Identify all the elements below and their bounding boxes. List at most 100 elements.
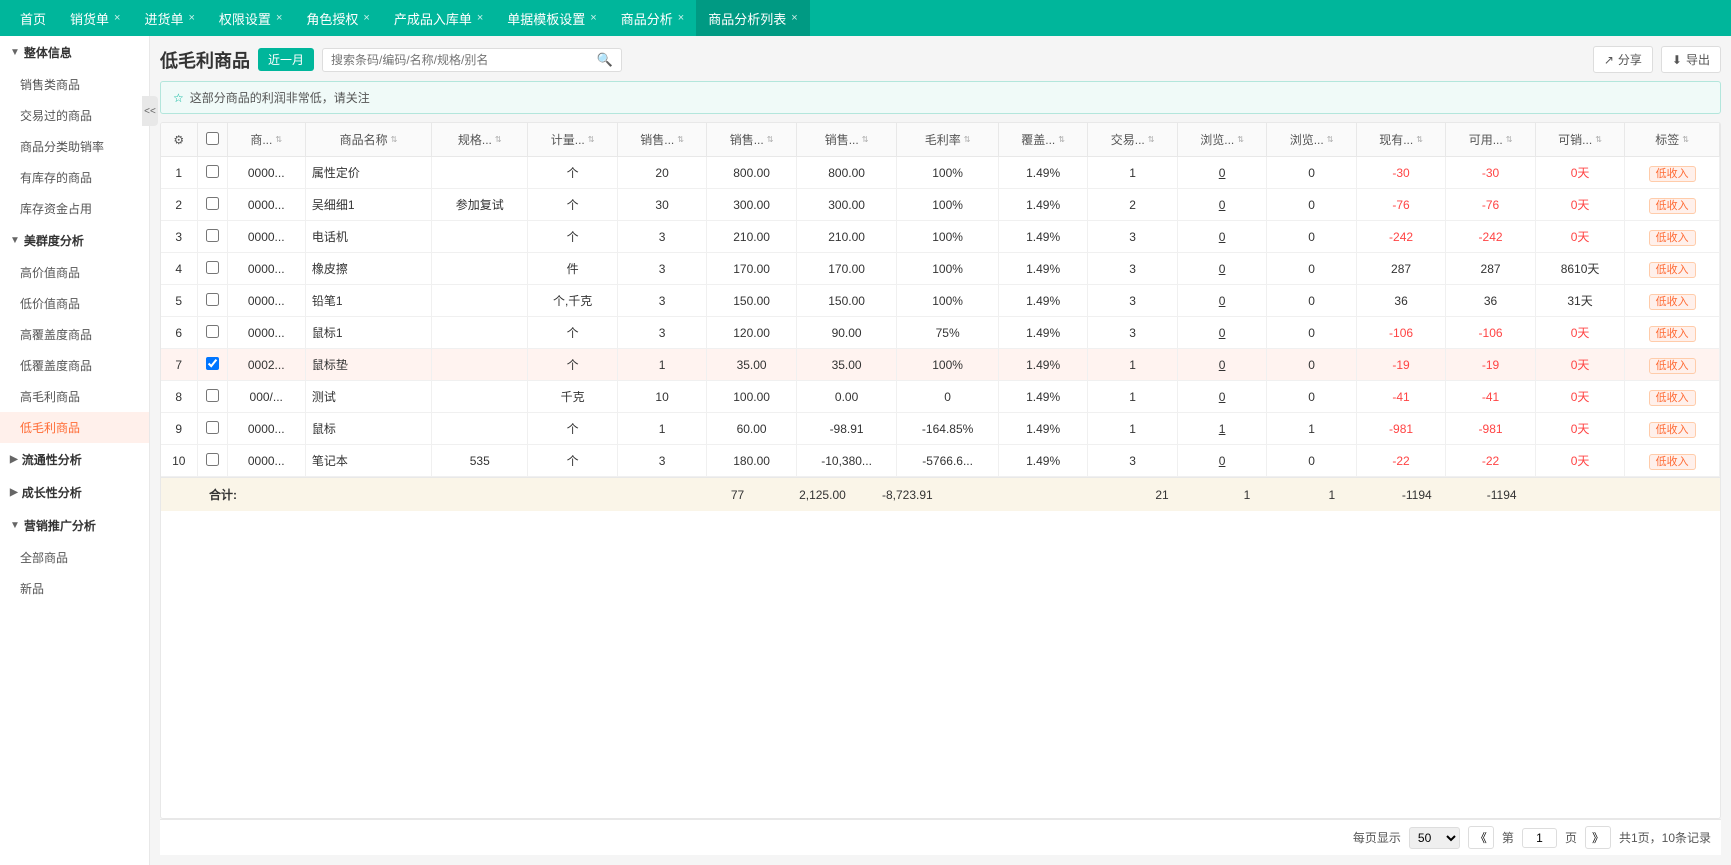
- cell-browse1[interactable]: 0: [1177, 189, 1266, 221]
- nav-sales-order[interactable]: 销货单 ×: [58, 0, 132, 36]
- row-checkbox[interactable]: [206, 229, 219, 242]
- col-current[interactable]: 现有... ⇅: [1356, 123, 1445, 157]
- cell-browse1[interactable]: 0: [1177, 349, 1266, 381]
- row-checkbox[interactable]: [206, 389, 219, 402]
- cell-name[interactable]: 吴细细1: [305, 189, 431, 221]
- close-icon[interactable]: ×: [114, 12, 120, 24]
- cell-name[interactable]: 铅笔1: [305, 285, 431, 317]
- col-salable[interactable]: 可销... ⇅: [1535, 123, 1624, 157]
- cell-name[interactable]: 笔记本: [305, 445, 431, 477]
- row-checkbox[interactable]: [206, 293, 219, 306]
- time-filter-button[interactable]: 近一月: [258, 48, 314, 71]
- cell-browse1[interactable]: 0: [1177, 317, 1266, 349]
- cell-name[interactable]: 鼠标1: [305, 317, 431, 349]
- cell-name[interactable]: 鼠标: [305, 413, 431, 445]
- cell-browse1[interactable]: 0: [1177, 157, 1266, 189]
- cell-browse1[interactable]: 0: [1177, 253, 1266, 285]
- select-all-checkbox[interactable]: [206, 132, 219, 145]
- sidebar-item-traded-products[interactable]: 交易过的商品: [0, 100, 149, 131]
- col-trade[interactable]: 交易... ⇅: [1088, 123, 1177, 157]
- close-icon[interactable]: ×: [791, 12, 797, 24]
- cell-checkbox[interactable]: [197, 381, 227, 413]
- cell-name[interactable]: 橡皮擦: [305, 253, 431, 285]
- page-number-input[interactable]: [1522, 828, 1557, 848]
- close-icon[interactable]: ×: [678, 12, 684, 24]
- sidebar-item-high-coverage[interactable]: 高覆盖度商品: [0, 319, 149, 350]
- close-icon[interactable]: ×: [188, 12, 194, 24]
- row-checkbox[interactable]: [206, 325, 219, 338]
- nav-purchase-order[interactable]: 进货单 ×: [132, 0, 206, 36]
- sidebar-item-low-coverage[interactable]: 低覆盖度商品: [0, 350, 149, 381]
- prev-page-button[interactable]: 《: [1468, 826, 1494, 849]
- search-icon[interactable]: 🔍: [597, 52, 613, 68]
- nav-role-auth[interactable]: 角色授权 ×: [294, 0, 381, 36]
- cell-checkbox[interactable]: [197, 189, 227, 221]
- export-button[interactable]: ⬇ 导出: [1661, 46, 1721, 73]
- cell-checkbox[interactable]: [197, 413, 227, 445]
- nav-permissions[interactable]: 权限设置 ×: [207, 0, 294, 36]
- cell-checkbox[interactable]: [197, 317, 227, 349]
- sidebar-item-category-rate[interactable]: 商品分类助销率: [0, 131, 149, 162]
- sidebar-item-high-value[interactable]: 高价值商品: [0, 257, 149, 288]
- sidebar-item-high-margin[interactable]: 高毛利商品: [0, 381, 149, 412]
- sidebar-item-new-products[interactable]: 新品: [0, 573, 149, 604]
- cell-name[interactable]: 属性定价: [305, 157, 431, 189]
- sidebar-item-in-stock[interactable]: 有库存的商品: [0, 162, 149, 193]
- cell-checkbox[interactable]: [197, 445, 227, 477]
- cell-checkbox[interactable]: [197, 157, 227, 189]
- per-page-select[interactable]: 50 10 20 100: [1409, 827, 1460, 849]
- sidebar-item-low-margin[interactable]: 低毛利商品: [0, 412, 149, 443]
- col-name[interactable]: 商品名称 ⇅: [305, 123, 431, 157]
- settings-icon[interactable]: ⚙: [173, 133, 184, 147]
- cell-browse1[interactable]: 0: [1177, 221, 1266, 253]
- share-button[interactable]: ↗ 分享: [1593, 46, 1653, 73]
- sidebar-item-sales-products[interactable]: 销售类商品: [0, 69, 149, 100]
- row-checkbox[interactable]: [206, 357, 219, 370]
- sidebar-group-overall[interactable]: ▼ 整体信息: [0, 36, 149, 69]
- close-icon[interactable]: ×: [363, 12, 369, 24]
- col-browse2[interactable]: 浏览... ⇅: [1267, 123, 1356, 157]
- sidebar-group-marketing[interactable]: ▼ 营销推广分析: [0, 509, 149, 542]
- sidebar-item-all-products[interactable]: 全部商品: [0, 542, 149, 573]
- nav-product-inbound[interactable]: 产成品入库单 ×: [382, 0, 495, 36]
- nav-product-analysis-list[interactable]: 商品分析列表 ×: [696, 0, 809, 36]
- close-icon[interactable]: ×: [590, 12, 596, 24]
- sidebar-item-low-value[interactable]: 低价值商品: [0, 288, 149, 319]
- next-page-button[interactable]: 》: [1585, 826, 1611, 849]
- col-settings[interactable]: ⚙: [161, 123, 197, 157]
- sidebar-collapse-button[interactable]: <<: [142, 96, 158, 126]
- col-tag[interactable]: 标签 ⇅: [1625, 123, 1720, 157]
- cell-checkbox[interactable]: [197, 221, 227, 253]
- row-checkbox[interactable]: [206, 453, 219, 466]
- cell-browse1[interactable]: 0: [1177, 445, 1266, 477]
- cell-browse1[interactable]: 1: [1177, 413, 1266, 445]
- col-sale-price[interactable]: 销售... ⇅: [707, 123, 796, 157]
- sidebar-group-growth[interactable]: ▶ 成长性分析: [0, 476, 149, 509]
- row-checkbox[interactable]: [206, 261, 219, 274]
- search-input[interactable]: [331, 53, 597, 67]
- cell-name[interactable]: 测试: [305, 381, 431, 413]
- col-browse1[interactable]: 浏览... ⇅: [1177, 123, 1266, 157]
- nav-home[interactable]: 首页: [8, 0, 58, 36]
- cell-checkbox[interactable]: [197, 349, 227, 381]
- col-unit[interactable]: 计量... ⇅: [528, 123, 617, 157]
- cell-browse1[interactable]: 0: [1177, 381, 1266, 413]
- cell-checkbox[interactable]: [197, 285, 227, 317]
- row-checkbox[interactable]: [206, 165, 219, 178]
- cell-checkbox[interactable]: [197, 253, 227, 285]
- col-sale-amount[interactable]: 销售... ⇅: [796, 123, 897, 157]
- sidebar-item-stock-capital[interactable]: 库存资金占用: [0, 193, 149, 224]
- sidebar-group-beauty[interactable]: ▼ 美群度分析: [0, 224, 149, 257]
- col-coverage[interactable]: 覆盖... ⇅: [998, 123, 1087, 157]
- nav-product-analysis[interactable]: 商品分析 ×: [609, 0, 696, 36]
- cell-name[interactable]: 鼠标垫: [305, 349, 431, 381]
- close-icon[interactable]: ×: [477, 12, 483, 24]
- col-gross-rate[interactable]: 毛利率 ⇅: [897, 123, 999, 157]
- row-checkbox[interactable]: [206, 197, 219, 210]
- nav-template-settings[interactable]: 单据模板设置 ×: [495, 0, 608, 36]
- row-checkbox[interactable]: [206, 421, 219, 434]
- close-icon[interactable]: ×: [276, 12, 282, 24]
- col-available[interactable]: 可用... ⇅: [1446, 123, 1535, 157]
- col-spec[interactable]: 规格... ⇅: [432, 123, 528, 157]
- sidebar-group-flow[interactable]: ▶ 流通性分析: [0, 443, 149, 476]
